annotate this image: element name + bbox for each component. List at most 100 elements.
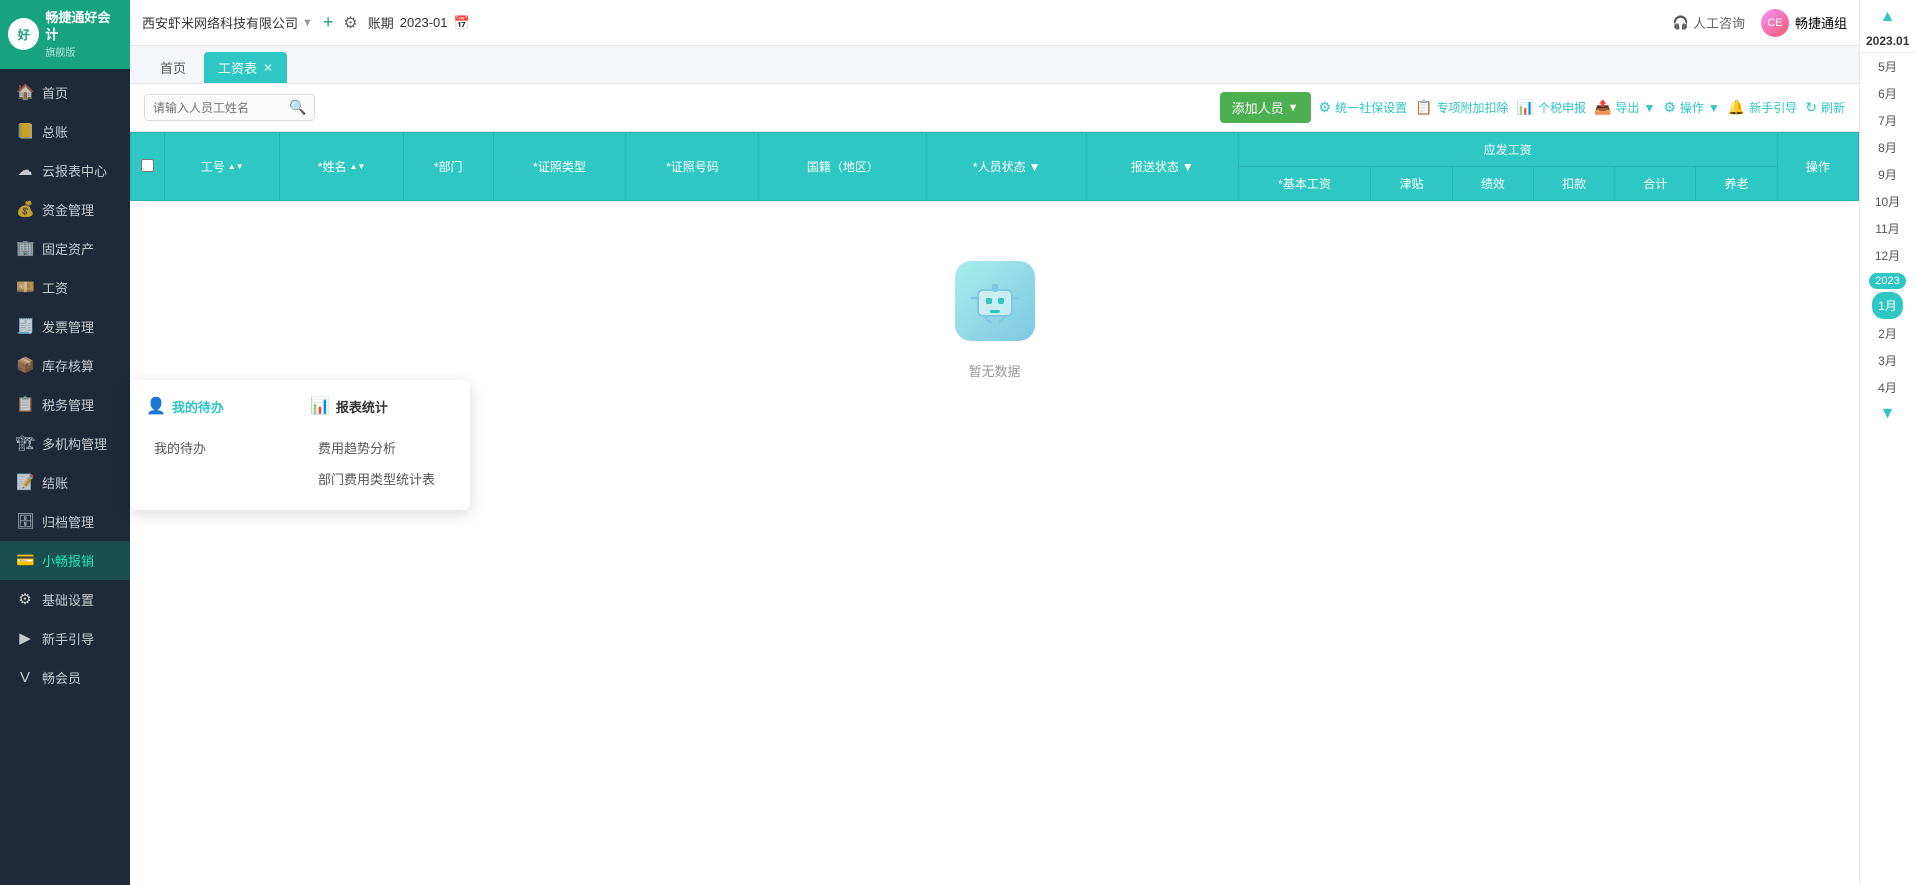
search-input[interactable] (153, 101, 283, 115)
company-dropdown-arrow: ▼ (302, 17, 313, 29)
sidebar-item-fund[interactable]: 💰资金管理 (0, 190, 130, 229)
th-status: *人员状态▼ (927, 133, 1087, 201)
sidebar-label-basic-settings: 基础设置 (42, 590, 94, 609)
th-pension: 养老 (1696, 167, 1777, 201)
invoice-icon: 🧾 (16, 317, 34, 335)
dropdown-item-expense-trend[interactable]: 费用趋势分析 (310, 432, 454, 463)
th-dept: *部门 (403, 133, 493, 201)
timeline-item[interactable]: 1月 (1872, 292, 1903, 319)
timeline-item[interactable]: 2月 (1868, 320, 1907, 347)
sidebar-item-fixed-assets[interactable]: 🏢 固定资产 (0, 229, 130, 268)
cloud-report-icon: ☁ (16, 161, 34, 179)
tax-report-label: 个税申报 (1538, 99, 1586, 116)
timeline-scroll-down[interactable]: ▼ (1876, 401, 1900, 427)
th-checkbox (131, 133, 165, 201)
select-all-checkbox[interactable] (141, 159, 154, 172)
operations-action[interactable]: ⚙ 操作 ▼ (1663, 99, 1719, 116)
support-label: 人工咨询 (1693, 13, 1745, 32)
report-filter-icon[interactable]: ▼ (1182, 160, 1194, 174)
timeline-item[interactable]: 4月 (1868, 374, 1907, 401)
sidebar-item-home[interactable]: 🏠首页 (0, 73, 130, 112)
timeline-item[interactable]: 10月 (1869, 188, 1906, 215)
number-sort-icon[interactable]: ▲▼ (228, 163, 244, 171)
tabbar: 首页工资表✕ (130, 46, 1859, 84)
support-button[interactable]: 🎧 人工咨询 (1673, 13, 1745, 32)
timeline-item[interactable]: 9月 (1869, 161, 1906, 188)
tax-report-action[interactable]: 📊 个税申报 (1517, 99, 1586, 116)
sidebar-item-expense[interactable]: 💳小畅报销 (0, 541, 130, 580)
topbar-settings-icon[interactable]: ⚙ (343, 13, 357, 33)
sidebar-item-ledger[interactable]: 📒总账 (0, 112, 130, 151)
timeline-scroll-up[interactable]: ▲ (1876, 4, 1900, 30)
social-security-action[interactable]: ⚙ 统一社保设置 (1319, 99, 1408, 116)
timeline-item[interactable]: 5月 (1869, 53, 1906, 80)
sidebar-item-settlement[interactable]: 📝结账 (0, 463, 130, 502)
sidebar-label-membership: 畅会员 (42, 668, 81, 687)
timeline-item[interactable]: 8月 (1869, 134, 1906, 161)
toolbar-actions: 添加人员 ▼ ⚙ 统一社保设置 📋 专项附加扣除 📊 个税申报 📤 导 (1220, 92, 1845, 123)
name-sort-icon[interactable]: ▲▼ (349, 163, 365, 171)
sidebar-item-membership[interactable]: V 畅会员 (0, 658, 130, 697)
status-filter-icon[interactable]: ▼ (1029, 160, 1041, 174)
membership-icon: V (16, 669, 34, 686)
company-selector[interactable]: 西安虾米网络科技有限公司 ▼ (142, 13, 313, 32)
sidebar-item-new-guide[interactable]: ▶新手引导 (0, 619, 130, 658)
new-guide-icon: ▶ (16, 629, 34, 647)
timeline-item[interactable]: 3月 (1868, 347, 1907, 374)
export-label: 导出 (1615, 99, 1639, 116)
sidebar-item-salary[interactable]: 💴工资 (0, 268, 130, 307)
export-icon: 📤 (1594, 99, 1611, 116)
timeline-item[interactable]: 6月 (1869, 80, 1906, 107)
new-guide-action[interactable]: 🔔 新手引导 (1728, 99, 1797, 116)
sidebar-label-archive: 归档管理 (42, 512, 94, 531)
topbar: 西安虾米网络科技有限公司 ▼ + ⚙ 账期 2023-01 📅 🎧 人工咨询 C… (130, 0, 1859, 46)
dropdown-col-report-stats: 📊报表统计费用趋势分析部门费用类型统计表 (310, 396, 454, 494)
th-performance: 绩效 (1452, 167, 1533, 201)
sidebar-item-cloud-report[interactable]: ☁云报表中心 (0, 151, 130, 190)
sidebar-item-invoice[interactable]: 🧾发票管理 (0, 307, 130, 346)
th-status-label: *人员状态 (973, 158, 1026, 175)
period-label: 账期 (368, 13, 394, 32)
special-deduct-action[interactable]: 📋 专项附加扣除 (1415, 99, 1508, 116)
add-person-button[interactable]: 添加人员 ▼ (1220, 92, 1311, 123)
empty-text: 暂无数据 (968, 361, 1020, 380)
sidebar-nav: 🏠首页📒总账☁云报表中心💰资金管理 🏢 固定资产 💴工资🧾发票管理📦库存核算📋税务管理… (0, 69, 130, 885)
tab-salary[interactable]: 工资表✕ (204, 52, 287, 83)
dropdown-col-header-report-stats[interactable]: 📊报表统计 (310, 396, 454, 422)
th-number: 工号▲▼ (165, 133, 280, 201)
export-action[interactable]: 📤 导出 ▼ (1594, 99, 1655, 116)
sidebar-label-expense: 小畅报销 (42, 551, 94, 570)
tab-close-salary[interactable]: ✕ (263, 61, 273, 75)
timeline-year-header: 2023.01 (1860, 30, 1915, 53)
basic-settings-icon: ⚙ (16, 590, 34, 608)
dropdown-col-label-report-stats: 报表统计 (336, 397, 388, 416)
sidebar-label-fixed-assets: 固定资产 (42, 239, 94, 258)
sidebar-item-basic-settings[interactable]: ⚙ 基础设置 (0, 580, 130, 619)
th-name-label: *姓名 (318, 158, 347, 175)
toolbar: 🔍 添加人员 ▼ ⚙ 统一社保设置 📋 专项附加扣除 📊 个税申报 (130, 84, 1859, 132)
expense-dropdown-panel: 👤我的待办我的待办📊报表统计费用趋势分析部门费用类型统计表 (130, 380, 470, 510)
sidebar-item-inventory[interactable]: 📦库存核算 (0, 346, 130, 385)
timeline-item[interactable]: 11月 (1869, 215, 1906, 242)
tab-home[interactable]: 首页 (146, 52, 200, 83)
dropdown-col-label-my-pending: 我的待办 (172, 397, 224, 416)
sidebar-item-multi-org[interactable]: 🏗多机构管理 (0, 424, 130, 463)
sidebar-item-archive[interactable]: 🗄归档管理 (0, 502, 130, 541)
timeline-item[interactable]: 7月 (1869, 107, 1906, 134)
user-avatar: CE (1761, 9, 1789, 37)
dropdown-item-my-todo[interactable]: 我的待办 (146, 432, 290, 463)
timeline-item[interactable]: 12月 (1869, 242, 1906, 269)
refresh-action[interactable]: ↻ 刷新 (1805, 99, 1845, 116)
sidebar-item-tax[interactable]: 📋税务管理 (0, 385, 130, 424)
special-deduct-label: 专项附加扣除 (1437, 99, 1509, 116)
user-info[interactable]: CE 畅捷通组 (1761, 9, 1847, 37)
calendar-icon[interactable]: 📅 (454, 15, 470, 31)
th-wage-group: 应发工资 (1238, 133, 1777, 167)
dropdown-col-header-my-pending[interactable]: 👤我的待办 (146, 396, 290, 422)
timeline-current-year-items: 1月2月3月4月 (1868, 291, 1907, 401)
dropdown-item-dept-expense[interactable]: 部门费用类型统计表 (310, 463, 454, 494)
add-tab-button[interactable]: + (323, 12, 334, 33)
app-title: 畅捷通好会计 (45, 10, 122, 44)
fixed-assets-icon: 🏢 (16, 239, 34, 257)
social-security-label: 统一社保设置 (1335, 99, 1407, 116)
